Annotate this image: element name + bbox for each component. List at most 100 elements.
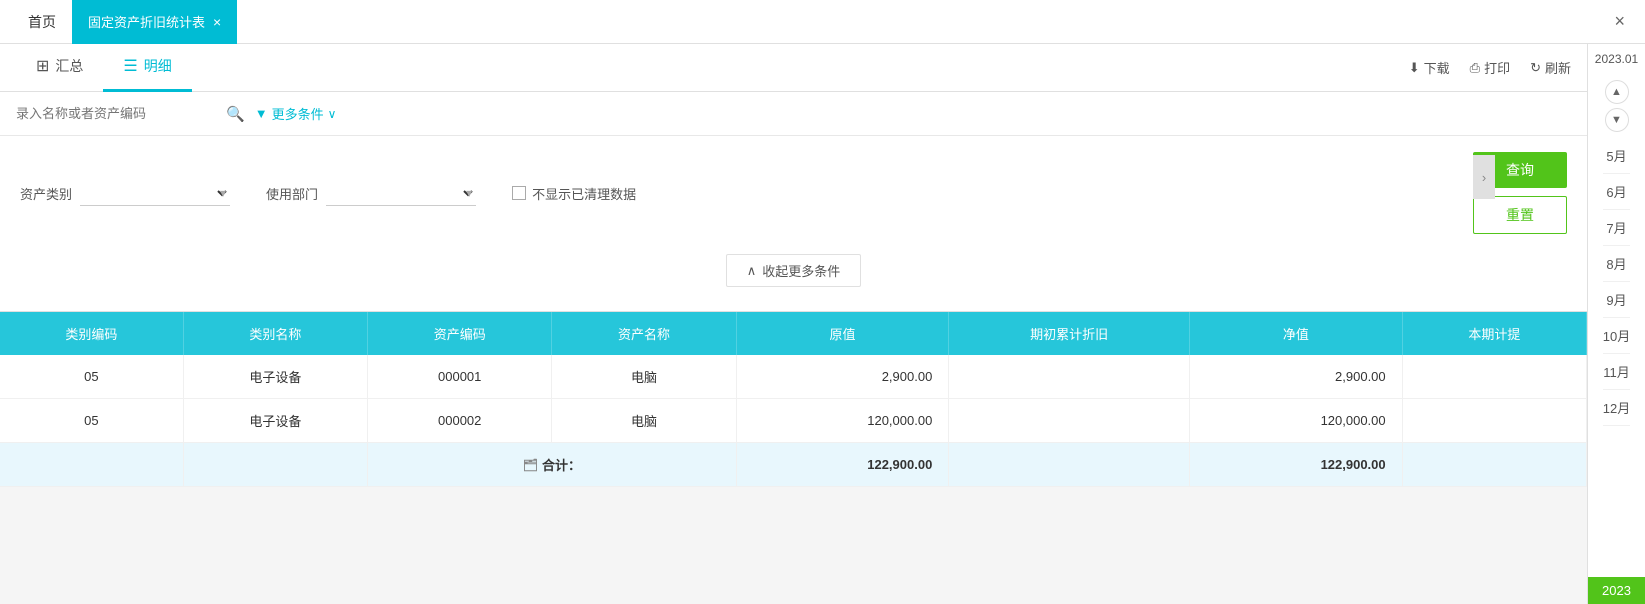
cell-net-value: 2,900.00 xyxy=(1190,355,1403,399)
table-total-row: 🗂 合计： 122,900.00 122,900.00 xyxy=(0,443,1587,487)
hide-cleared-label: 不显示已清理数据 xyxy=(532,184,636,203)
col-current-depreciation: 本期计提 xyxy=(1402,312,1586,355)
collapse-label: 收起更多条件 xyxy=(762,261,840,280)
cell-category-name: 电子设备 xyxy=(183,355,367,399)
top-nav: 首页 固定资产折旧统计表 × × xyxy=(0,0,1645,44)
date-year-label: 2023.01 xyxy=(1591,44,1642,74)
more-filter-label: 更多条件 xyxy=(272,104,324,123)
window-close-button[interactable]: × xyxy=(1614,11,1645,32)
summary-icon: ⊞ xyxy=(36,56,49,76)
asset-category-label: 资产类别 xyxy=(20,184,72,203)
tab-summary[interactable]: ⊞ 汇总 xyxy=(16,44,103,92)
detail-icon: ☰ xyxy=(123,56,137,76)
filter-bar: 🔍 ▼ 更多条件 ∨ xyxy=(0,92,1587,136)
cell-asset-code: 000001 xyxy=(368,355,552,399)
total-original-value: 122,900.00 xyxy=(736,443,949,487)
department-select[interactable] xyxy=(326,180,476,206)
total-current-depreciation xyxy=(1402,443,1586,487)
download-button[interactable]: ⬇ 下载 xyxy=(1409,58,1450,77)
home-tab[interactable]: 首页 xyxy=(12,12,72,32)
chevron-down-icon: ∨ xyxy=(328,107,337,121)
download-icon: ⬇ xyxy=(1409,60,1420,76)
asset-category-arrow-icon: ▾ xyxy=(220,186,226,200)
table-row: 05 电子设备 000001 电脑 2,900.00 2,900.00 xyxy=(0,355,1587,399)
month-item[interactable]: 8月 xyxy=(1603,246,1630,282)
total-label-text: 合计： xyxy=(542,455,581,474)
col-asset-name: 资产名称 xyxy=(552,312,736,355)
cell-accum-depreciation xyxy=(949,399,1190,443)
cell-category-code: 05 xyxy=(0,399,183,443)
table-header-row: 类别编码 类别名称 资产编码 资产名称 原值 期初累计折旧 净值 本期计提 xyxy=(0,312,1587,355)
data-table: 类别编码 类别名称 资产编码 资产名称 原值 期初累计折旧 净值 本期计提 05… xyxy=(0,312,1587,487)
date-sidebar: 2023.01 ▲ ▼ 5月6月7月8月9月10月11月12月 2023 xyxy=(1587,44,1645,604)
month-item[interactable]: 7月 xyxy=(1603,210,1630,246)
main-content: ⊞ 汇总 ☰ 明细 ⬇ 下载 ⎙ 打印 ↻ 刷新 🔍 ▼ 更 xyxy=(0,44,1587,487)
search-input[interactable] xyxy=(16,106,216,121)
col-category-name: 类别名称 xyxy=(183,312,367,355)
detail-tab-label: 明细 xyxy=(144,56,172,76)
print-icon: ⎙ xyxy=(1470,60,1480,76)
scroll-down-button[interactable]: ▼ xyxy=(1605,108,1629,132)
col-asset-code: 资产编码 xyxy=(368,312,552,355)
total-label-cell: 🗂 合计： xyxy=(368,443,737,487)
hide-cleared-checkbox[interactable] xyxy=(512,186,526,200)
month-item[interactable]: 6月 xyxy=(1603,174,1630,210)
month-item[interactable]: 9月 xyxy=(1603,282,1630,318)
year-badge[interactable]: 2023 xyxy=(1588,577,1645,604)
cell-asset-name: 电脑 xyxy=(552,355,736,399)
cell-original-value: 120,000.00 xyxy=(736,399,949,443)
collapse-button[interactable]: ∧ 收起更多条件 xyxy=(726,254,862,287)
col-accum-depreciation: 期初累计折旧 xyxy=(949,312,1190,355)
scroll-buttons: ▲ ▼ xyxy=(1605,74,1629,138)
active-tab[interactable]: 固定资产折旧统计表 × xyxy=(72,0,237,44)
department-arrow-icon: ▾ xyxy=(466,186,472,200)
refresh-label: 刷新 xyxy=(1545,58,1571,77)
department-label: 使用部门 xyxy=(266,184,318,203)
department-group: 使用部门 ▾ xyxy=(266,180,472,206)
month-list: 5月6月7月8月9月10月11月12月 xyxy=(1603,138,1630,426)
cell-category-code: 05 xyxy=(0,355,183,399)
filter-icon: ▼ xyxy=(255,106,268,121)
cell-asset-name: 电脑 xyxy=(552,399,736,443)
tab-detail[interactable]: ☰ 明细 xyxy=(103,44,191,92)
month-item[interactable]: 10月 xyxy=(1603,318,1630,354)
cell-net-value: 120,000.00 xyxy=(1190,399,1403,443)
side-panel-toggle[interactable]: › xyxy=(1473,155,1495,199)
data-table-container: 类别编码 类别名称 资产编码 资产名称 原值 期初累计折旧 净值 本期计提 05… xyxy=(0,312,1587,487)
summary-tab-label: 汇总 xyxy=(55,56,83,76)
cell-category-name: 电子设备 xyxy=(183,399,367,443)
total-empty-1 xyxy=(0,443,183,487)
more-filter-button[interactable]: ▼ 更多条件 ∨ xyxy=(255,104,337,123)
col-net-value: 净值 xyxy=(1190,312,1403,355)
refresh-button[interactable]: ↻ 刷新 xyxy=(1530,58,1571,77)
month-item[interactable]: 5月 xyxy=(1603,138,1630,174)
asset-category-select[interactable] xyxy=(80,180,230,206)
month-item[interactable]: 11月 xyxy=(1603,354,1630,390)
scroll-up-button[interactable]: ▲ xyxy=(1605,80,1629,104)
month-item[interactable]: 12月 xyxy=(1603,390,1630,426)
print-button[interactable]: ⎙ 打印 xyxy=(1470,58,1510,77)
filter-row: 资产类别 ▾ 使用部门 ▾ 不显示已清理数据 查询 重置 xyxy=(20,152,1567,234)
refresh-icon: ↻ xyxy=(1530,60,1541,76)
table-row: 05 电子设备 000002 电脑 120,000.00 120,000.00 xyxy=(0,399,1587,443)
sub-tabs-bar: ⊞ 汇总 ☰ 明细 ⬇ 下载 ⎙ 打印 ↻ 刷新 xyxy=(0,44,1587,92)
active-tab-label: 固定资产折旧统计表 xyxy=(88,12,205,31)
advanced-filter-panel: 资产类别 ▾ 使用部门 ▾ 不显示已清理数据 查询 重置 xyxy=(0,136,1587,312)
download-label: 下载 xyxy=(1424,58,1450,77)
reset-button[interactable]: 重置 xyxy=(1473,196,1567,234)
tab-close-icon[interactable]: × xyxy=(213,14,221,30)
cell-current-depreciation xyxy=(1402,399,1586,443)
collapse-icon: ∧ xyxy=(747,263,757,279)
hide-cleared-group: 不显示已清理数据 xyxy=(512,184,636,203)
cell-original-value: 2,900.00 xyxy=(736,355,949,399)
col-category-code: 类别编码 xyxy=(0,312,183,355)
total-icon: 🗂 xyxy=(523,458,538,472)
total-empty-2 xyxy=(183,443,367,487)
toolbar: ⬇ 下载 ⎙ 打印 ↻ 刷新 xyxy=(1409,58,1571,77)
total-net-value: 122,900.00 xyxy=(1190,443,1403,487)
search-icon[interactable]: 🔍 xyxy=(226,105,245,123)
col-original-value: 原值 xyxy=(736,312,949,355)
total-accum-depreciation xyxy=(949,443,1190,487)
cell-accum-depreciation xyxy=(949,355,1190,399)
print-label: 打印 xyxy=(1484,58,1510,77)
